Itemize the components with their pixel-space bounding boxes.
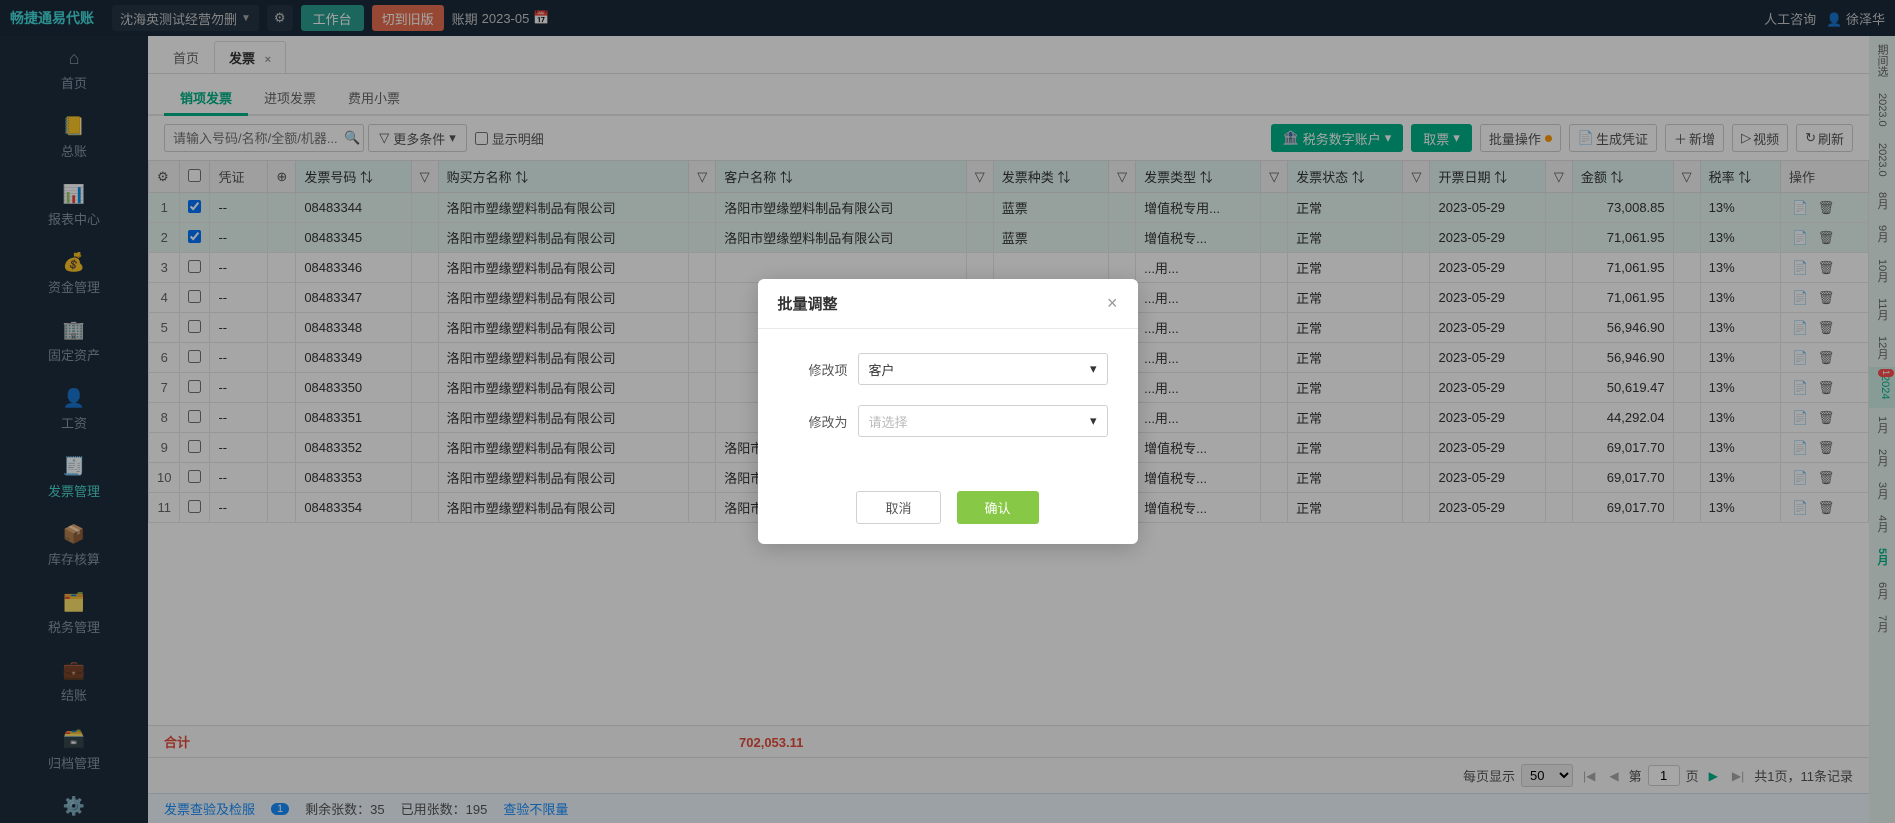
field-label: 修改项 <box>788 360 848 379</box>
modal-overlay[interactable]: 批量调整 × 修改项 客户 ▾ 修改为 请选择 ▾ 取消 确认 <box>0 0 1895 823</box>
field-row: 修改项 客户 ▾ <box>788 353 1108 385</box>
change-row: 修改为 请选择 ▾ <box>788 405 1108 437</box>
modal-body: 修改项 客户 ▾ 修改为 请选择 ▾ <box>758 329 1138 481</box>
modal-header: 批量调整 × <box>758 279 1138 329</box>
field-select[interactable]: 客户 ▾ <box>858 353 1108 385</box>
modal-title: 批量调整 <box>778 293 838 314</box>
change-label: 修改为 <box>788 412 848 431</box>
modal-footer: 取消 确认 <box>758 481 1138 544</box>
batch-adjust-modal: 批量调整 × 修改项 客户 ▾ 修改为 请选择 ▾ 取消 确认 <box>758 279 1138 544</box>
change-placeholder: 请选择 <box>869 412 908 431</box>
change-select[interactable]: 请选择 ▾ <box>858 405 1108 437</box>
modal-close-button[interactable]: × <box>1107 293 1118 314</box>
cancel-button[interactable]: 取消 <box>856 491 940 524</box>
change-select-arrow: ▾ <box>1090 413 1097 429</box>
field-value: 客户 <box>869 360 895 379</box>
confirm-button[interactable]: 确认 <box>957 491 1039 524</box>
field-select-arrow: ▾ <box>1090 361 1097 377</box>
